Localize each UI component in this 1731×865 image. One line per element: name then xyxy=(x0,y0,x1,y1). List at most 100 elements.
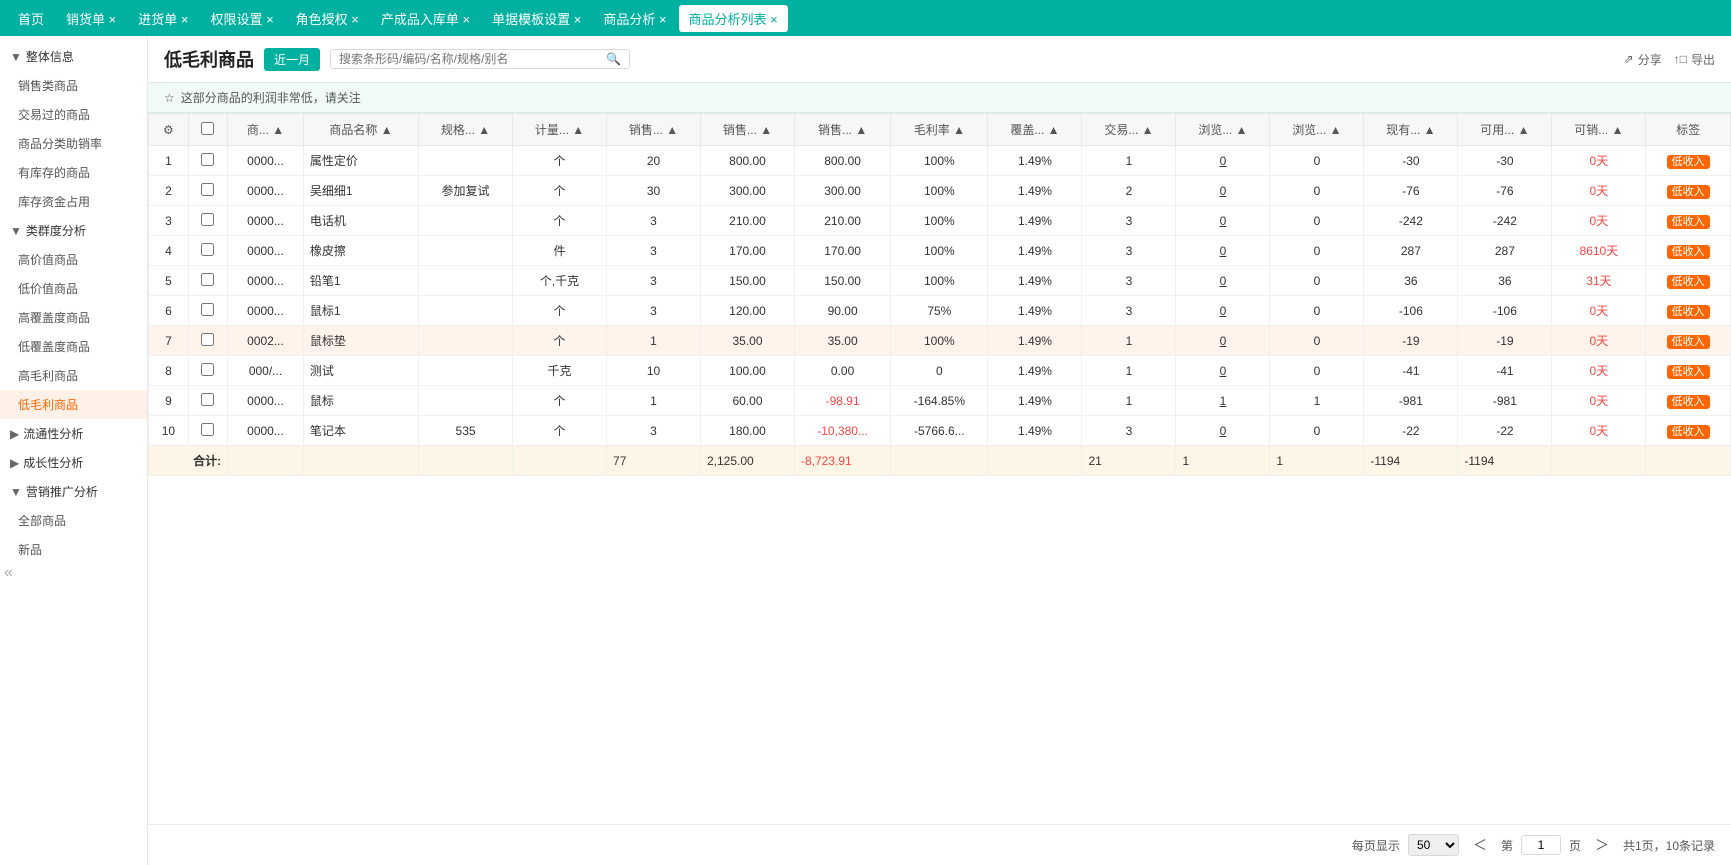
row-no: 5 xyxy=(149,266,189,296)
nav-item-单据模板设置[interactable]: 单据模板设置 × xyxy=(482,5,591,32)
sidebar-item-低毛利商品[interactable]: 低毛利商品 xyxy=(0,390,147,419)
col-sales-qty[interactable]: 销售... ▲ xyxy=(607,114,701,146)
sidebar-item-交易过的商品[interactable]: 交易过的商品 xyxy=(0,100,147,129)
col-gross-margin[interactable]: 毛利率 ▲ xyxy=(891,114,988,146)
col-name[interactable]: 商品名称 ▲ xyxy=(303,114,418,146)
row-sales-profit: -98.91 xyxy=(794,386,890,416)
next-page-button[interactable]: ＞ xyxy=(1589,833,1615,857)
sidebar-item-低覆盖度商品[interactable]: 低覆盖度商品 xyxy=(0,332,147,361)
row-available: 36 xyxy=(1458,266,1552,296)
row-checkbox[interactable] xyxy=(188,356,227,386)
page-number-input[interactable] xyxy=(1521,835,1561,855)
row-browse1[interactable]: 0 xyxy=(1176,206,1270,236)
row-checkbox[interactable] xyxy=(188,416,227,446)
row-checkbox[interactable] xyxy=(188,146,227,176)
row-browse1[interactable]: 0 xyxy=(1176,356,1270,386)
row-current-stock: -41 xyxy=(1364,356,1458,386)
row-browse1[interactable]: 0 xyxy=(1176,266,1270,296)
row-checkbox[interactable] xyxy=(188,386,227,416)
select-all-checkbox[interactable] xyxy=(201,122,214,135)
sidebar-item-新品[interactable]: 新品 xyxy=(0,535,147,564)
col-tag[interactable]: 标签 xyxy=(1646,114,1731,146)
sidebar-group-title-2[interactable]: ▶ 流通性分析 xyxy=(0,419,147,448)
nav-item-销货单[interactable]: 销货单 × xyxy=(56,5,126,32)
row-browse1[interactable]: 1 xyxy=(1176,386,1270,416)
col-current-stock[interactable]: 现有... ▲ xyxy=(1364,114,1458,146)
row-browse1[interactable]: 0 xyxy=(1176,176,1270,206)
row-checkbox[interactable] xyxy=(188,326,227,356)
row-browse1[interactable]: 0 xyxy=(1176,296,1270,326)
row-checkbox[interactable] xyxy=(188,176,227,206)
sidebar-group-title-1[interactable]: ▼ 类群度分析 xyxy=(0,216,147,245)
sidebar-item-销售类商品[interactable]: 销售类商品 xyxy=(0,71,147,100)
col-available[interactable]: 可用... ▲ xyxy=(1458,114,1552,146)
row-select[interactable] xyxy=(201,423,214,436)
share-button[interactable]: ⇗ 分享 xyxy=(1624,51,1662,68)
row-sales-amount: 300.00 xyxy=(701,176,795,206)
row-unit: 个 xyxy=(513,326,607,356)
prev-page-button[interactable]: ＜ xyxy=(1467,833,1493,857)
search-icon[interactable]: 🔍 xyxy=(606,52,621,66)
row-transaction: 3 xyxy=(1082,266,1176,296)
row-spec xyxy=(419,236,513,266)
row-coverage: 1.49% xyxy=(988,356,1082,386)
col-saleable[interactable]: 可销... ▲ xyxy=(1552,114,1646,146)
sidebar-item-库存资金占用[interactable]: 库存资金占用 xyxy=(0,187,147,216)
row-select[interactable] xyxy=(201,153,214,166)
col-unit[interactable]: 计量... ▲ xyxy=(513,114,607,146)
row-select[interactable] xyxy=(201,333,214,346)
col-sales-profit[interactable]: 销售... ▲ xyxy=(794,114,890,146)
row-select[interactable] xyxy=(201,213,214,226)
col-browse2[interactable]: 浏览... ▲ xyxy=(1270,114,1364,146)
nav-item-商品分析列表[interactable]: 商品分析列表 × xyxy=(679,5,788,32)
sidebar-item-高覆盖度商品[interactable]: 高覆盖度商品 xyxy=(0,303,147,332)
row-select[interactable] xyxy=(201,363,214,376)
per-page-select[interactable]: 50 20 100 xyxy=(1408,834,1459,856)
nav-item-权限设置[interactable]: 权限设置 × xyxy=(200,5,283,32)
col-spec[interactable]: 规格... ▲ xyxy=(419,114,513,146)
sidebar-item-有库存的商品[interactable]: 有库存的商品 xyxy=(0,158,147,187)
col-settings[interactable]: ⚙ xyxy=(149,114,189,146)
sidebar-item-高价值商品[interactable]: 高价值商品 xyxy=(0,245,147,274)
col-transaction[interactable]: 交易... ▲ xyxy=(1082,114,1176,146)
nav-item-商品分析[interactable]: 商品分析 × xyxy=(593,5,676,32)
row-checkbox[interactable] xyxy=(188,206,227,236)
nav-item-产成品入库单[interactable]: 产成品入库单 × xyxy=(371,5,480,32)
row-tag: 低收入 xyxy=(1646,206,1731,236)
sidebar-group-title-3[interactable]: ▶ 成长性分析 xyxy=(0,448,147,477)
search-input[interactable] xyxy=(339,52,606,66)
row-select[interactable] xyxy=(201,243,214,256)
sidebar-item-商品分类助销率[interactable]: 商品分类助销率 xyxy=(0,129,147,158)
row-checkbox[interactable] xyxy=(188,296,227,326)
col-coverage[interactable]: 覆盖... ▲ xyxy=(988,114,1082,146)
row-browse1[interactable]: 0 xyxy=(1176,236,1270,266)
date-filter-button[interactable]: 近一月 xyxy=(264,48,320,71)
sidebar-group-title-0[interactable]: ▼ 整体信息 xyxy=(0,42,147,71)
row-browse1[interactable]: 0 xyxy=(1176,146,1270,176)
row-select[interactable] xyxy=(201,183,214,196)
row-browse1[interactable]: 0 xyxy=(1176,326,1270,356)
row-select[interactable] xyxy=(201,393,214,406)
export-icon: ↑□ xyxy=(1674,52,1687,66)
row-select[interactable] xyxy=(201,273,214,286)
table-row: 10 0000... 笔记本 535 个 3 180.00 -10,380...… xyxy=(149,416,1731,446)
nav-item-进货单[interactable]: 进货单 × xyxy=(128,5,198,32)
table-wrapper[interactable]: ⚙ 商... ▲ 商品名称 ▲ 规格... ▲ 计量... ▲ 销售... ▲ … xyxy=(148,113,1731,824)
col-code[interactable]: 商... ▲ xyxy=(228,114,304,146)
sidebar-item-全部商品[interactable]: 全部商品 xyxy=(0,506,147,535)
row-checkbox[interactable] xyxy=(188,236,227,266)
sidebar-group-title-4[interactable]: ▼ 营销推广分析 xyxy=(0,477,147,506)
row-browse1[interactable]: 0 xyxy=(1176,416,1270,446)
sidebar-item-低价值商品[interactable]: 低价值商品 xyxy=(0,274,147,303)
nav-item-首页[interactable]: 首页 xyxy=(8,5,54,32)
row-name: 鼠标垫 xyxy=(303,326,418,356)
col-browse1[interactable]: 浏览... ▲ xyxy=(1176,114,1270,146)
sidebar-item-高毛利商品[interactable]: 高毛利商品 xyxy=(0,361,147,390)
col-checkbox[interactable] xyxy=(188,114,227,146)
row-checkbox[interactable] xyxy=(188,266,227,296)
nav-item-角色授权[interactable]: 角色授权 × xyxy=(286,5,369,32)
export-button[interactable]: ↑□ 导出 xyxy=(1674,51,1715,68)
col-sales-amount[interactable]: 销售... ▲ xyxy=(701,114,795,146)
sidebar-collapse-button[interactable]: « xyxy=(0,564,17,582)
row-select[interactable] xyxy=(201,303,214,316)
